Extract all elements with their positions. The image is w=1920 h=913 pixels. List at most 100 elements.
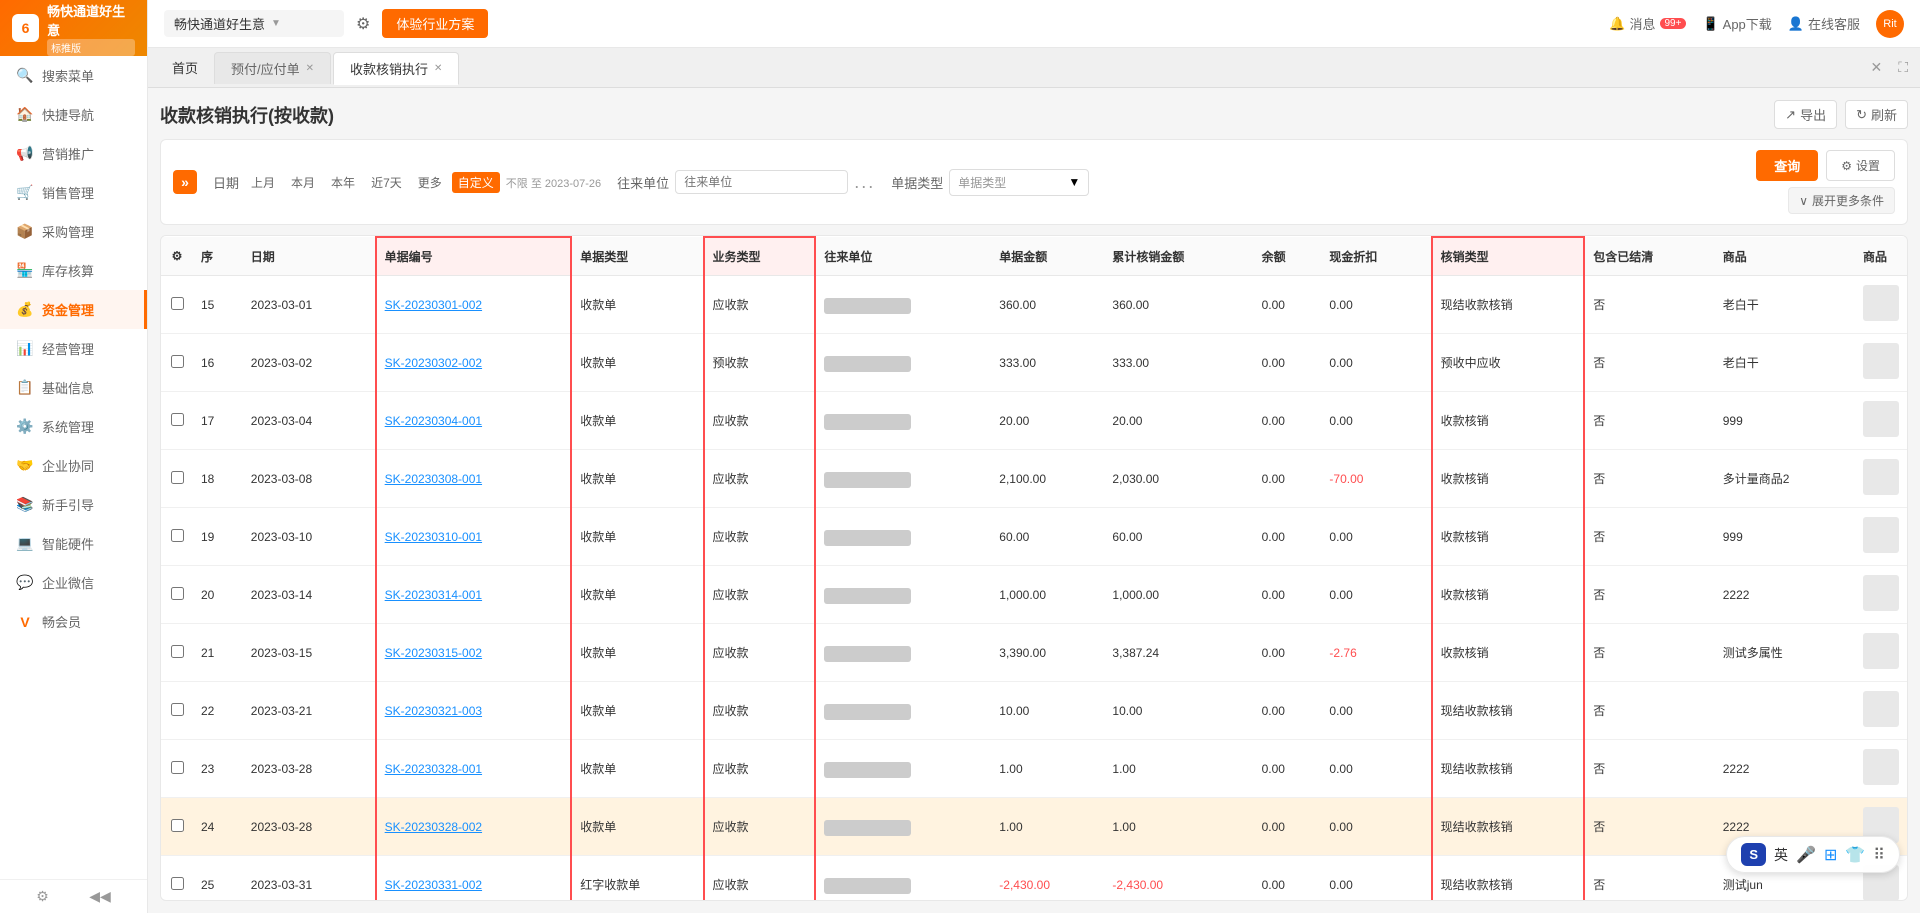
cell-no: 19	[193, 508, 243, 566]
partner-filter: 往来单位 ...	[617, 170, 875, 194]
sidebar-item-inventory[interactable]: 🏪 库存核算	[0, 251, 147, 290]
last-7days-option[interactable]: 近7天	[365, 172, 408, 193]
cell-cash-discount: 0.00	[1321, 334, 1431, 392]
export-button[interactable]: ↗ 导出	[1774, 100, 1837, 129]
voucher-no-link[interactable]: SK-20230302-002	[385, 356, 482, 370]
settings-icon[interactable]: ⚙	[36, 888, 49, 905]
table-header-row: ⚙ 序 日期 单据编号 单据类型 业务类型 往来单位 单据金额 累计核销金额 余…	[161, 237, 1907, 276]
custom-date-option[interactable]: 自定义	[452, 172, 500, 193]
voucher-no-link[interactable]: SK-20230331-002	[385, 878, 482, 892]
refresh-button[interactable]: ↻ 刷新	[1845, 100, 1908, 129]
sidebar-item-member[interactable]: V 畅会员	[0, 602, 147, 641]
filter-settings-button[interactable]: ⚙ 设置	[1826, 150, 1895, 181]
cell-total-write-off: 1.00	[1104, 740, 1253, 798]
sidebar-item-search[interactable]: 🔍 搜索菜单	[0, 56, 147, 95]
sidebar-item-hardware[interactable]: 💻 智能硬件	[0, 524, 147, 563]
sidebar-item-operation[interactable]: 📊 经营管理	[0, 329, 147, 368]
message-button[interactable]: 🔔 消息 99+	[1609, 14, 1686, 33]
cell-settings[interactable]	[161, 450, 193, 508]
sidebar-item-finance[interactable]: 💰 资金管理	[0, 290, 147, 329]
industry-solution-button[interactable]: 体验行业方案	[382, 9, 488, 38]
cell-settings[interactable]	[161, 740, 193, 798]
cell-product2	[1855, 334, 1907, 392]
cell-settings[interactable]	[161, 508, 193, 566]
cell-write-off-type: 收款核销	[1432, 508, 1585, 566]
cell-settings[interactable]	[161, 334, 193, 392]
tab-close-icon[interactable]: ✕	[434, 63, 442, 74]
voucher-no-link[interactable]: SK-20230310-001	[385, 530, 482, 544]
sidebar-item-label: 畅会员	[42, 612, 81, 631]
cell-total-write-off: 333.00	[1104, 334, 1253, 392]
online-service-button[interactable]: 👤 在线客服	[1788, 14, 1860, 33]
cell-total-write-off: 1,000.00	[1104, 566, 1253, 624]
sidebar-item-enterprise[interactable]: 🤝 企业协同	[0, 446, 147, 485]
cell-settings[interactable]	[161, 276, 193, 334]
shirt-icon[interactable]: 👕	[1845, 845, 1865, 865]
sidebar-item-label: 采购管理	[42, 222, 94, 241]
sogou-logo: S	[1741, 843, 1766, 866]
app-download-button[interactable]: 📱 App下载	[1702, 14, 1771, 33]
voucher-no-link[interactable]: SK-20230328-001	[385, 762, 482, 776]
last-month-option[interactable]: 上月	[245, 172, 281, 193]
th-settings[interactable]: ⚙	[161, 237, 193, 276]
tab-collection[interactable]: 收款核销执行 ✕	[333, 52, 459, 85]
voucher-no-link[interactable]: SK-20230304-001	[385, 414, 482, 428]
mic-icon[interactable]: 🎤	[1796, 845, 1816, 865]
sidebar-item-system[interactable]: ⚙️ 系统管理	[0, 407, 147, 446]
cell-partner: ██████	[815, 740, 991, 798]
sidebar-item-sales[interactable]: 🛒 销售管理	[0, 173, 147, 212]
cell-voucher-type: 收款单	[571, 276, 703, 334]
guide-icon: 📚	[16, 496, 34, 514]
cell-settings[interactable]	[161, 856, 193, 902]
expand-more-button[interactable]: ∨ 展开更多条件	[1788, 187, 1895, 214]
tab-prepay[interactable]: 预付/应付单 ✕	[214, 52, 331, 84]
cell-cash-discount: 0.00	[1321, 566, 1431, 624]
sidebar-item-label: 营销推广	[42, 144, 94, 163]
filter-toggle-button[interactable]: »	[173, 170, 197, 194]
this-year-option[interactable]: 本年	[325, 172, 361, 193]
apps-icon[interactable]: ⠿	[1873, 845, 1885, 865]
tab-home[interactable]: 首页	[156, 52, 214, 83]
export-icon: ↗	[1785, 107, 1796, 123]
gear-icon[interactable]: ⚙	[356, 14, 370, 34]
cell-settings[interactable]	[161, 798, 193, 856]
this-month-option[interactable]: 本月	[285, 172, 321, 193]
voucher-no-link[interactable]: SK-20230308-001	[385, 472, 482, 486]
voucher-no-link[interactable]: SK-20230328-002	[385, 820, 482, 834]
cell-include-settled: 否	[1584, 508, 1715, 566]
cell-settings[interactable]	[161, 624, 193, 682]
voucher-type-select[interactable]: 单据类型 ▼	[949, 169, 1089, 196]
tab-close-icon[interactable]: ✕	[306, 63, 314, 74]
voucher-no-link[interactable]: SK-20230321-003	[385, 704, 482, 718]
sidebar-item-marketing[interactable]: 📢 营销推广	[0, 134, 147, 173]
more-date-option[interactable]: 更多	[412, 172, 448, 193]
sidebar-item-guide[interactable]: 📚 新手引导	[0, 485, 147, 524]
cell-no: 20	[193, 566, 243, 624]
grid-icon[interactable]: ⊞	[1824, 845, 1837, 865]
partner-input[interactable]	[675, 170, 848, 194]
sidebar-item-purchase[interactable]: 📦 采购管理	[0, 212, 147, 251]
query-button[interactable]: 查询	[1756, 150, 1818, 181]
cell-settings[interactable]	[161, 682, 193, 740]
cell-partner: ██████	[815, 508, 991, 566]
cell-settings[interactable]	[161, 566, 193, 624]
voucher-no-link[interactable]: SK-20230315-002	[385, 646, 482, 660]
tabs-right-actions: ✕ ⛶	[1866, 55, 1912, 80]
sidebar-item-basic[interactable]: 📋 基础信息	[0, 368, 147, 407]
page-header: 收款核销执行(按收款) ↗ 导出 ↻ 刷新	[160, 100, 1908, 129]
maximize-icon[interactable]: ⛶	[1894, 55, 1912, 80]
voucher-no-link[interactable]: SK-20230301-002	[385, 298, 482, 312]
cell-cash-discount: 0.00	[1321, 856, 1431, 902]
more-filters-icon[interactable]: ...	[854, 172, 875, 193]
cell-include-settled: 否	[1584, 624, 1715, 682]
sidebar-item-wechat[interactable]: 💬 企业微信	[0, 563, 147, 602]
voucher-no-link[interactable]: SK-20230314-001	[385, 588, 482, 602]
cell-write-off-type: 现结收款核销	[1432, 740, 1585, 798]
collapse-icon[interactable]: ◀◀	[89, 888, 111, 905]
close-window-icon[interactable]: ✕	[1866, 55, 1886, 80]
workspace-selector[interactable]: 畅快通道好生意 ▼	[164, 10, 344, 37]
cell-settings[interactable]	[161, 392, 193, 450]
sidebar-item-shortcut[interactable]: 🏠 快捷导航	[0, 95, 147, 134]
finance-icon: 💰	[16, 301, 34, 319]
user-avatar-area[interactable]: Rit	[1876, 10, 1904, 38]
